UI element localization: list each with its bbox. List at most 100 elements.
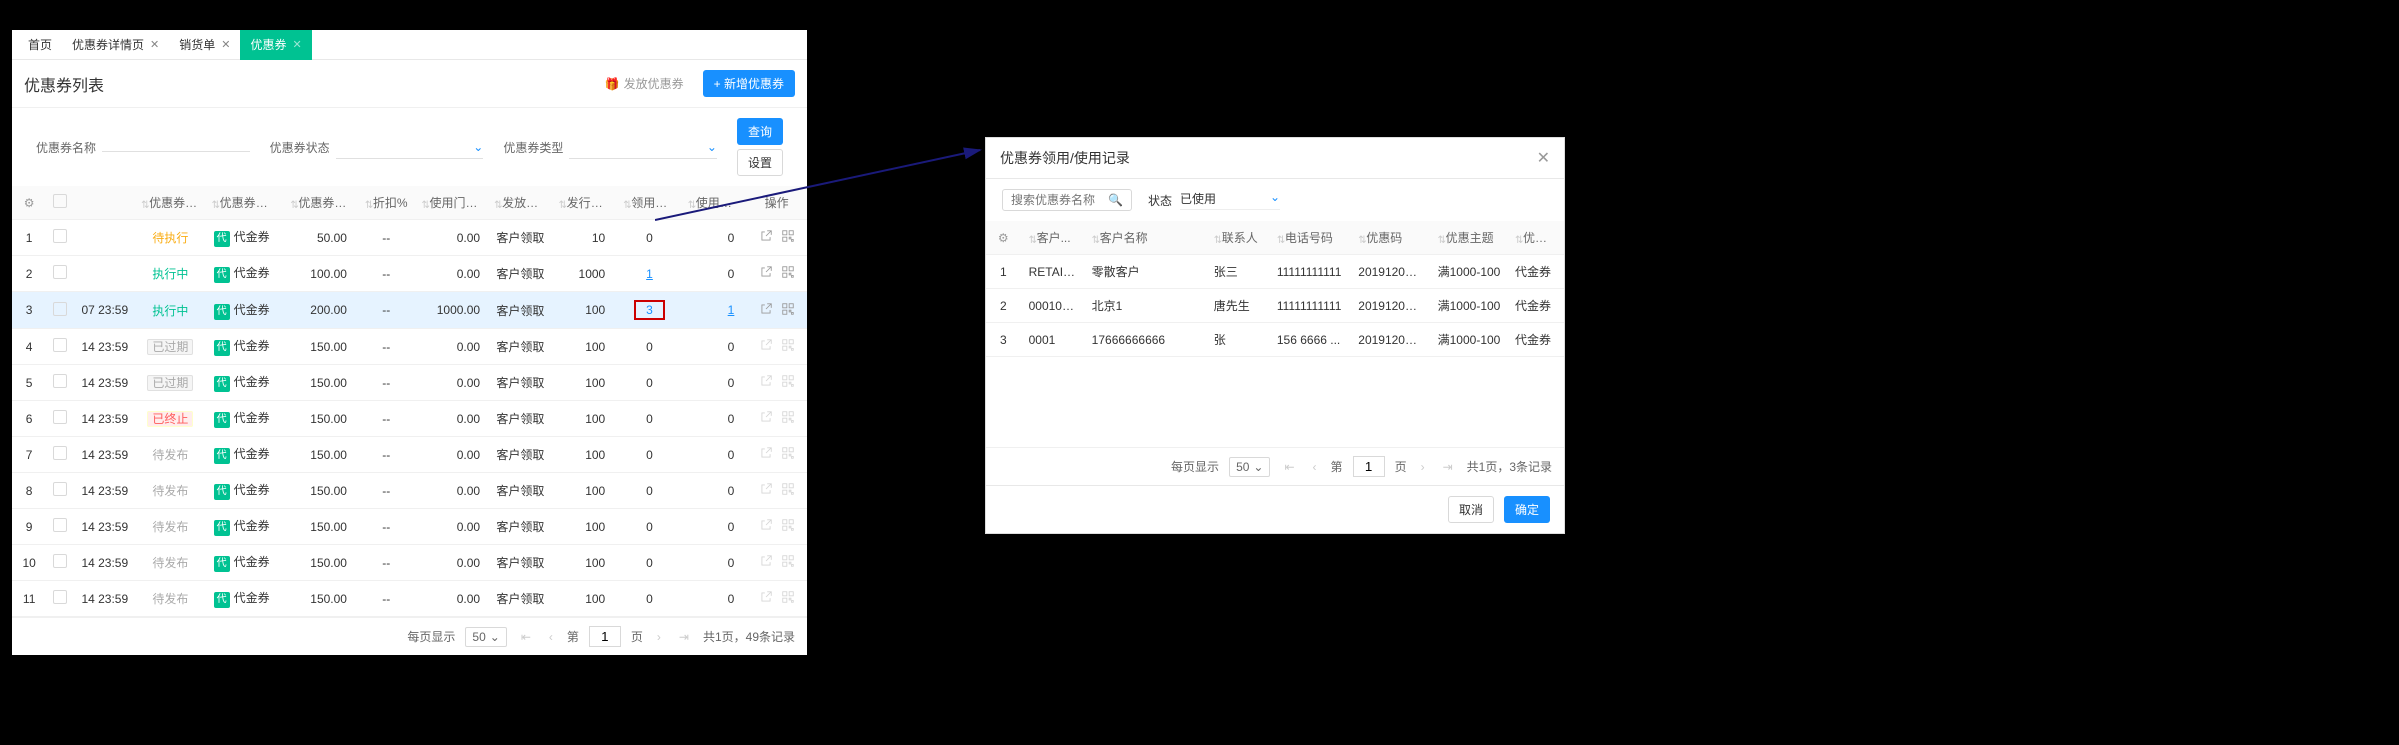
row-checkbox-cell[interactable] [46, 329, 74, 365]
row-checkbox-cell[interactable] [46, 401, 74, 437]
checkbox[interactable] [53, 446, 67, 460]
checkbox[interactable] [53, 590, 67, 604]
col-discount[interactable]: 折扣% [357, 186, 416, 220]
row-threshold: 0.00 [415, 509, 488, 545]
d-page-prev[interactable]: ‹ [1309, 460, 1321, 474]
checkbox[interactable] [53, 554, 67, 568]
d-page-last[interactable]: ⇥ [1439, 460, 1457, 474]
settings-button[interactable]: 设置 [737, 149, 783, 176]
d-page-first[interactable]: ⇤ [1280, 460, 1298, 474]
col-type[interactable]: 优惠券类型 [206, 186, 285, 220]
col-dist[interactable]: 发放方式 [488, 186, 553, 220]
table-row[interactable]: 10 14 23:59 待发布 代代金券 150.00 -- 0.00 客户领取… [12, 545, 807, 581]
table-row[interactable]: 8 14 23:59 待发布 代代金券 150.00 -- 0.00 客户领取 … [12, 473, 807, 509]
tab-item[interactable]: 首页 [18, 30, 62, 60]
page-first[interactable]: ⇤ [517, 630, 535, 644]
search-icon[interactable]: 🔍 [1108, 193, 1123, 207]
col-receive[interactable]: 领用数量 [617, 186, 682, 220]
table-row[interactable]: 11 14 23:59 待发布 代代金券 150.00 -- 0.00 客户领取… [12, 581, 807, 617]
checkbox[interactable] [53, 410, 67, 424]
checkbox[interactable] [53, 374, 67, 388]
col-face[interactable]: 优惠券面值 [284, 186, 357, 220]
table-row[interactable]: 5 14 23:59 已过期 代代金券 150.00 -- 0.00 客户领取 … [12, 365, 807, 401]
share-icon[interactable] [759, 302, 773, 319]
col-gear[interactable]: ⚙ [12, 186, 46, 220]
share-icon[interactable] [759, 229, 773, 246]
checkbox[interactable] [53, 302, 67, 316]
tab-item[interactable]: 优惠券详情页✕ [62, 30, 169, 60]
table-row[interactable]: 9 14 23:59 待发布 代代金券 150.00 -- 0.00 客户领取 … [12, 509, 807, 545]
detail-row[interactable]: 2 00010001 北京1 唐先生 11111111111 20191207O… [986, 289, 1564, 323]
receive-count-highlight[interactable]: 3 [634, 300, 665, 320]
dcol-topic[interactable]: 优惠主题 [1430, 221, 1507, 255]
use-count-link[interactable]: 1 [728, 303, 735, 317]
table-row[interactable]: 2 执行中 代代金券 100.00 -- 0.00 客户领取 1000 1 0 [12, 256, 807, 292]
filter-type-select[interactable]: ⌄ [569, 136, 717, 159]
dcol-name[interactable]: 客户名称 [1084, 221, 1206, 255]
row-checkbox-cell[interactable] [46, 581, 74, 617]
row-checkbox-cell[interactable] [46, 365, 74, 401]
dcol-code[interactable]: 优惠码 [1350, 221, 1429, 255]
qr-icon[interactable] [781, 265, 795, 282]
page-input[interactable] [589, 626, 621, 647]
checkbox[interactable] [53, 338, 67, 352]
col-status[interactable]: 优惠券状态 [135, 186, 206, 220]
checkbox-all[interactable] [53, 194, 67, 208]
row-checkbox-cell[interactable] [46, 437, 74, 473]
qr-icon[interactable] [781, 229, 795, 246]
dcol-customer[interactable]: 客户... [1021, 221, 1084, 255]
col-use[interactable]: 使用数量 [682, 186, 747, 220]
cancel-button[interactable]: 取消 [1448, 496, 1494, 523]
dcol-contact[interactable]: 联系人 [1206, 221, 1269, 255]
row-checkbox-cell[interactable] [46, 220, 74, 256]
qr-icon[interactable] [781, 302, 795, 319]
checkbox[interactable] [53, 229, 67, 243]
row-checkbox-cell[interactable] [46, 509, 74, 545]
row-checkbox-cell[interactable] [46, 545, 74, 581]
row-checkbox-cell[interactable] [46, 256, 74, 292]
dcol-type[interactable]: 优惠券类 [1507, 221, 1564, 255]
table-row[interactable]: 4 14 23:59 已过期 代代金券 150.00 -- 0.00 客户领取 … [12, 329, 807, 365]
col-checkbox[interactable] [46, 186, 74, 220]
row-checkbox-cell[interactable] [46, 473, 74, 509]
checkbox[interactable] [53, 265, 67, 279]
row-checkbox-cell[interactable] [46, 292, 74, 329]
d-per-page-select[interactable]: 50 ⌄ [1229, 457, 1270, 477]
dcol-phone[interactable]: 电话号码 [1269, 221, 1350, 255]
tab-item[interactable]: 优惠券✕ [240, 30, 311, 60]
close-icon[interactable]: ✕ [221, 38, 230, 51]
detail-row[interactable]: 3 0001 17666666666 张 156 6666 ... 201912… [986, 323, 1564, 357]
table-row[interactable]: 6 14 23:59 已终止 代代金券 150.00 -- 0.00 客户领取 … [12, 401, 807, 437]
filter-name-input[interactable] [102, 143, 250, 152]
page-last[interactable]: ⇥ [675, 630, 693, 644]
dcol-gear[interactable]: ⚙ [986, 221, 1021, 255]
receive-count-link[interactable]: 1 [646, 267, 653, 281]
confirm-button[interactable]: 确定 [1504, 496, 1550, 523]
detail-status-select[interactable]: 已使用 ⌄ [1180, 190, 1280, 210]
d-page-next[interactable]: › [1417, 460, 1429, 474]
col-threshold[interactable]: 使用门槛... [415, 186, 488, 220]
close-icon[interactable]: ✕ [150, 38, 159, 51]
col-time[interactable] [75, 186, 136, 220]
query-button[interactable]: 查询 [737, 118, 783, 145]
close-icon[interactable]: ✕ [293, 38, 302, 51]
page-prev[interactable]: ‹ [545, 630, 557, 644]
table-row[interactable]: 1 待执行 代代金券 50.00 -- 0.00 客户领取 10 0 0 [12, 220, 807, 256]
share-icon[interactable] [759, 265, 773, 282]
issue-coupon-button[interactable]: 🎁 发放优惠券 [594, 70, 695, 97]
filter-status-select[interactable]: ⌄ [336, 136, 484, 159]
col-issue[interactable]: 发行数量 [553, 186, 618, 220]
checkbox[interactable] [53, 518, 67, 532]
per-page-select[interactable]: 50 ⌄ [465, 627, 506, 647]
add-coupon-button[interactable]: + 新增优惠券 [703, 70, 795, 97]
detail-search-box[interactable]: 🔍 [1002, 189, 1132, 211]
close-icon[interactable]: ✕ [1537, 148, 1550, 168]
page-next[interactable]: › [653, 630, 665, 644]
detail-search-input[interactable] [1011, 193, 1101, 207]
table-row[interactable]: 7 14 23:59 待发布 代代金券 150.00 -- 0.00 客户领取 … [12, 437, 807, 473]
table-row[interactable]: 3 07 23:59 执行中 代代金券 200.00 -- 1000.00 客户… [12, 292, 807, 329]
checkbox[interactable] [53, 482, 67, 496]
tab-item[interactable]: 销货单✕ [169, 30, 240, 60]
detail-row[interactable]: 1 RETAIL... 零散客户 张三 11111111111 20191207… [986, 255, 1564, 289]
d-page-input[interactable] [1353, 456, 1385, 477]
